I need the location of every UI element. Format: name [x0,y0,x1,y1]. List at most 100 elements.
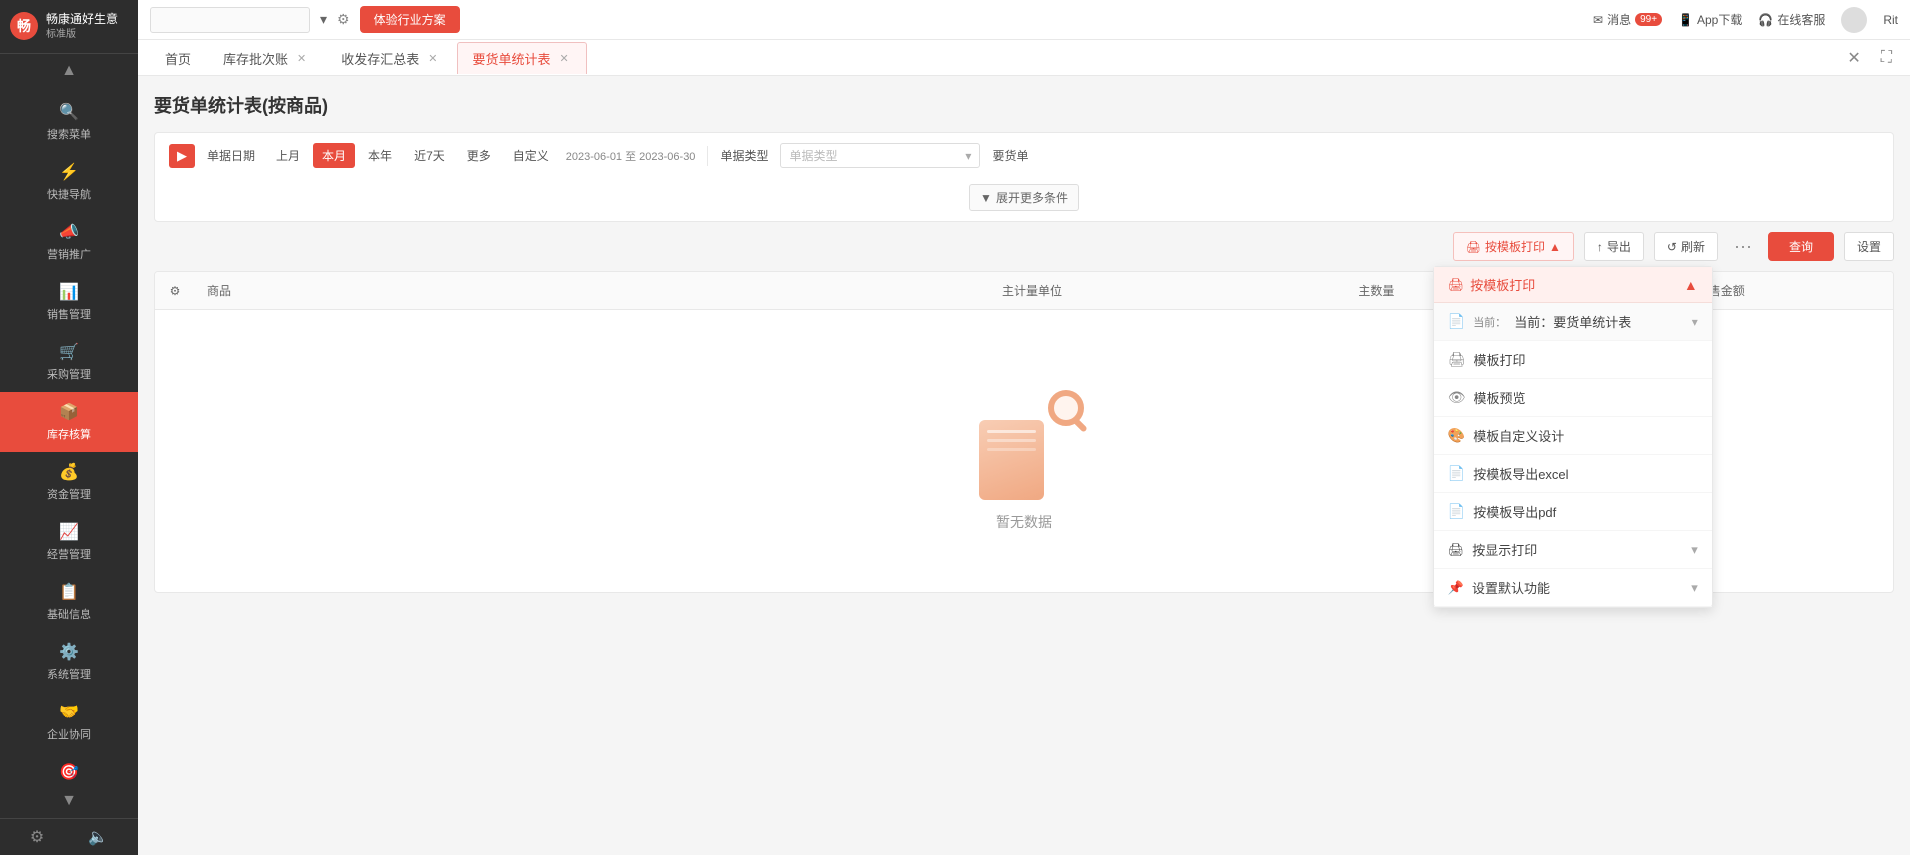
tab-home[interactable]: 首页 [150,42,206,74]
print-dropdown-menu: 🖨 按模板打印 ▲ 📄 当前： 当前：要货单统计表 ▾ 🖨 [1433,266,1713,608]
date-btn-custom[interactable]: 自定义 [504,143,558,168]
settings-bottom-btn[interactable]: ⚙ [30,827,44,847]
sidebar-item-guide[interactable]: 🎯 新手引导 [0,752,138,784]
sidebar-nav: 🔍 搜索菜单 ⚡ 快捷导航 📣 营销推广 📊 销售管理 🛒 采购管理 📦 库存核… [0,88,138,784]
date-btn-prev-month[interactable]: 上月 [267,143,309,168]
tab-close-inventory-batch[interactable]: ✕ [294,51,309,66]
th-gear[interactable]: ⚙ [155,274,195,308]
sound-btn[interactable]: 🔈 [88,827,108,847]
template-print-icon: 🖨 [1448,351,1466,368]
settings-btn[interactable]: 设置 [1844,232,1894,261]
set-default-icon: 📌 [1448,580,1464,596]
doc-bg [979,420,1044,500]
close-window-btn[interactable]: ✕ [1841,46,1866,70]
order-type-select[interactable]: 单据类型 ▾ [780,143,980,168]
sidebar-item-inventory[interactable]: 📦 库存核算 [0,392,138,452]
order-summary-label: 要货单统计表 [472,49,550,68]
sidebar-item-purchase[interactable]: 🛒 采购管理 [0,332,138,392]
chevron-up-icon: ▲ [1549,240,1561,254]
message-icon: ✉ [1593,13,1603,27]
set-default-arrow: ▾ [1691,580,1698,596]
headset-icon: 🎧 [1758,13,1773,27]
sidebar-item-system[interactable]: ⚙️ 系统管理 [0,632,138,692]
topbar-dropdown-btn[interactable]: ▾ [320,11,327,28]
template-preview-icon: 👁 [1448,389,1466,406]
chevron-down-icon: ▾ [965,149,971,163]
expand-more-btn[interactable]: ▼ 展开更多条件 [969,184,1079,211]
print-dropdown-wrapper: 🖨 按模板打印 ▲ 🖨 按模板打印 ▲ 📄 [1453,232,1574,261]
template-design-icon: 🎨 [1448,427,1465,444]
avatar[interactable] [1841,7,1867,33]
topbar-gear-btn[interactable]: ⚙ [337,11,350,28]
message-badge: 99+ [1635,13,1662,26]
tab-order-summary[interactable]: 要货单统计表 ✕ [457,42,586,74]
sidebar-item-basic[interactable]: 📋 基础信息 [0,572,138,632]
collab-icon: 🤝 [59,702,79,722]
query-btn[interactable]: 查询 [1768,232,1834,261]
empty-illustration [964,390,1084,500]
print-menu-template-preview[interactable]: 👁 模板预览 [1434,379,1712,417]
topbar-search-input[interactable] [150,7,310,33]
current-template-icon: 📄 [1448,313,1465,330]
filter-expand-arrow[interactable]: ▶ [169,144,195,168]
sidebar-item-collab[interactable]: 🤝 企业协同 [0,692,138,752]
print-menu-template-print[interactable]: 🖨 模板打印 [1434,341,1712,379]
sidebar-item-shortcut[interactable]: ⚡ 快捷导航 [0,152,138,212]
sidebar-item-sales[interactable]: 📊 销售管理 [0,272,138,332]
date-btn-last7[interactable]: 近7天 [405,143,454,168]
topbar-right: ✉ 消息 99+ 📱 App下载 🎧 在线客服 Rit [1593,7,1898,33]
tabs-bar: 首页 库存批次账 ✕ 收发存汇总表 ✕ 要货单统计表 ✕ ✕ ⛶ [138,40,1910,76]
search-nav-icon: 🔍 [59,102,79,122]
more-actions-btn[interactable]: ··· [1728,234,1758,259]
sidebar-item-finance[interactable]: 💰 资金管理 [0,452,138,512]
tab-close-collection-summary[interactable]: ✕ [425,51,440,66]
topbar: ▾ ⚙ 体验行业方案 ✉ 消息 99+ 📱 App下载 🎧 在线客服 Rit [138,0,1910,40]
online-service-btn[interactable]: 🎧 在线客服 [1758,11,1825,28]
home-tab-label: 首页 [165,49,191,68]
date-btn-current-month[interactable]: 本月 [313,143,355,168]
print-menu-export-excel[interactable]: 📄 按模板导出excel [1434,455,1712,493]
print-menu-current[interactable]: 📄 当前： 当前：要货单统计表 ▾ [1434,303,1712,341]
gear-icon: ⚙ [170,284,181,298]
marketing-icon: 📣 [59,222,79,242]
display-print-icon: 🖨 [1448,542,1465,558]
tab-close-order-summary[interactable]: ✕ [557,51,572,66]
doc-line1 [987,430,1036,433]
action-bar: 🖨 按模板打印 ▲ 🖨 按模板打印 ▲ 📄 [154,232,1894,261]
scroll-down-btn[interactable]: ▼ [57,788,81,814]
magnify-glass [1048,390,1084,426]
refresh-icon: ↺ [1667,240,1677,254]
tab-inventory-batch[interactable]: 库存批次账 ✕ [208,42,324,74]
print-menu-title: 🖨 按模板打印 [1448,275,1536,294]
date-btn-current-year[interactable]: 本年 [359,143,401,168]
scroll-up-btn[interactable]: ▲ [57,58,81,84]
th-product: 商品 [195,272,860,309]
magnify-handle [1072,417,1088,433]
maximize-window-btn[interactable]: ⛶ [1875,47,1898,69]
logo-icon: 畅 [10,12,38,40]
export-btn[interactable]: ↑ 导出 [1584,232,1644,261]
refresh-btn[interactable]: ↺ 刷新 [1654,232,1718,261]
window-controls: ✕ ⛶ [1841,46,1898,70]
print-template-btn[interactable]: 🖨 按模板打印 ▲ [1453,232,1574,261]
print-menu-set-default[interactable]: 📌 设置默认功能 ▾ [1434,569,1712,607]
username-label: Rit [1883,13,1898,27]
print-menu-chevron-up[interactable]: ▲ [1684,277,1698,293]
sidebar: 畅 畅康通好生意 标准版 ▲ 🔍 搜索菜单 ⚡ 快捷导航 📣 营销推广 📊 销售… [0,0,138,855]
tab-collection-summary[interactable]: 收发存汇总表 ✕ [326,42,455,74]
sidebar-item-marketing[interactable]: 📣 营销推广 [0,212,138,272]
date-btn-more[interactable]: 更多 [458,143,500,168]
filter-bar: ▶ 单据日期 上月 本月 本年 近7天 更多 自定义 2023-06-01 至 … [154,132,1894,222]
date-label: 单据日期 [207,147,255,164]
sidebar-item-operations[interactable]: 📈 经营管理 [0,512,138,572]
message-btn[interactable]: ✉ 消息 99+ [1593,11,1662,28]
inventory-icon: 📦 [59,402,79,422]
trial-btn[interactable]: 体验行业方案 [360,6,460,33]
export-excel-icon: 📄 [1448,465,1465,482]
print-menu-display-print[interactable]: 🖨 按显示打印 ▾ [1434,531,1712,569]
print-menu-export-pdf[interactable]: 📄 按模板导出pdf [1434,493,1712,531]
print-menu-template-design[interactable]: 🎨 模板自定义设计 [1434,417,1712,455]
sidebar-item-search[interactable]: 🔍 搜索菜单 [0,92,138,152]
app-download-btn[interactable]: 📱 App下载 [1678,11,1742,28]
filter-divider [707,146,708,166]
